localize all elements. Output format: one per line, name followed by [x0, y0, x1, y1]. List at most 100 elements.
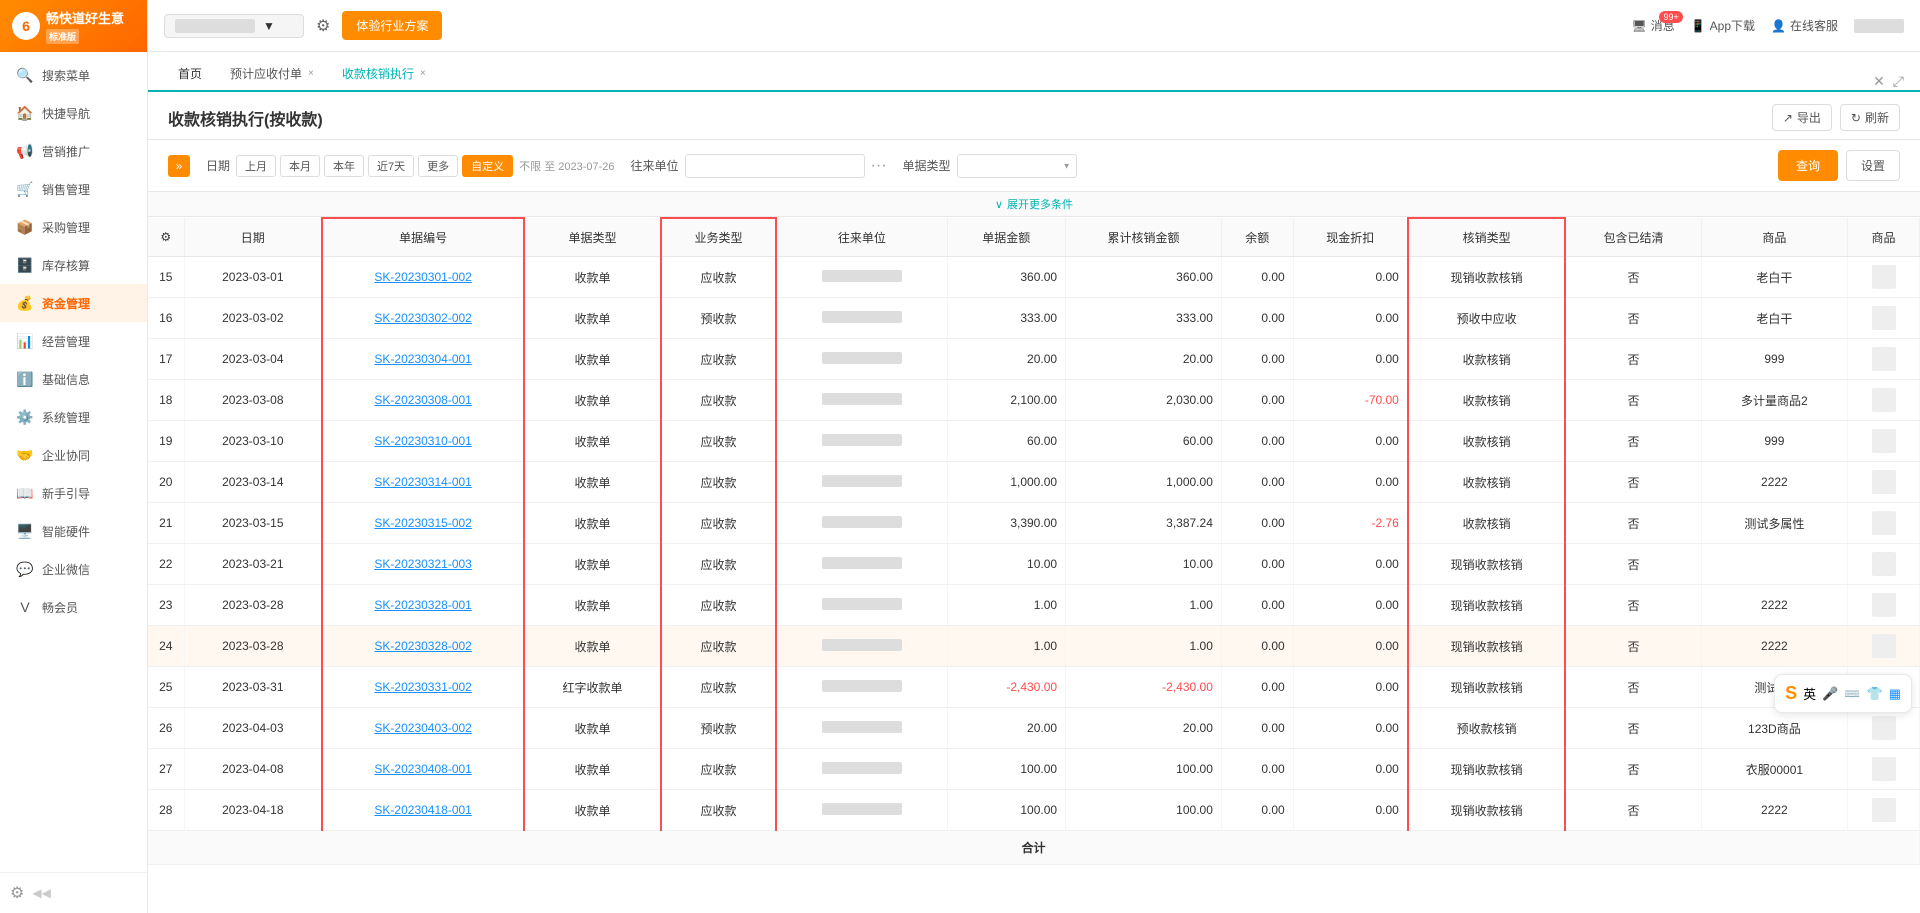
sidebar-item-marketing[interactable]: 📢营销推广	[0, 132, 147, 170]
mic-icon[interactable]: 🎤	[1822, 686, 1838, 702]
cell-no: 21	[148, 503, 184, 544]
close-tab-button[interactable]: ✕	[1873, 73, 1885, 90]
message-button[interactable]: 🖥 消息 99+	[1631, 17, 1674, 34]
cell-cash-discount: 0.00	[1293, 708, 1408, 749]
cell-writeoff-type: 收款核销	[1408, 339, 1566, 380]
table-row: 27 2023-04-08 SK-20230408-001 收款单 应收款 10…	[148, 749, 1920, 790]
company-select[interactable]: ▼	[164, 14, 304, 38]
col-settings[interactable]: ⚙	[148, 218, 184, 257]
this-month-btn[interactable]: 本月	[280, 155, 320, 177]
cell-writeoff-type: 现销收款核销	[1408, 749, 1566, 790]
grid-icon[interactable]: ▦	[1889, 686, 1901, 702]
cell-product-thumb	[1848, 626, 1920, 667]
cell-bill-no[interactable]: SK-20230403-002	[322, 708, 524, 749]
last-7days-btn[interactable]: 近7天	[368, 155, 414, 177]
counterpart-more-icon[interactable]: ···	[871, 157, 887, 175]
solution-button[interactable]: 体验行业方案	[342, 11, 442, 40]
filter-expand-button[interactable]: »	[168, 155, 190, 177]
cell-product-thumb	[1848, 421, 1920, 462]
cell-bill-no[interactable]: SK-20230418-001	[322, 790, 524, 831]
table-row: 23 2023-03-28 SK-20230328-001 收款单 应收款 1.…	[148, 585, 1920, 626]
expand-more-button[interactable]: ∨ 展开更多条件	[995, 196, 1073, 212]
cell-total-writeoff: 100.00	[1066, 749, 1222, 790]
cell-date: 2023-04-03	[184, 708, 322, 749]
sidebar-item-member[interactable]: V畅会员	[0, 588, 147, 626]
online-service-button[interactable]: 👤 在线客服	[1771, 17, 1838, 34]
cell-product-thumb	[1848, 298, 1920, 339]
cell-bill-no[interactable]: SK-20230328-002	[322, 626, 524, 667]
cell-writeoff-type: 现销收款核销	[1408, 790, 1566, 831]
counterpart-input[interactable]	[685, 154, 865, 178]
cell-biz-type: 应收款	[661, 257, 777, 298]
cell-bill-no[interactable]: SK-20230321-003	[322, 544, 524, 585]
cell-date: 2023-03-28	[184, 626, 322, 667]
col-date: 日期	[184, 218, 322, 257]
cell-bill-no[interactable]: SK-20230310-001	[322, 421, 524, 462]
cell-bill-no[interactable]: SK-20230308-001	[322, 380, 524, 421]
cell-amount: 1.00	[947, 626, 1066, 667]
this-year-btn[interactable]: 本年	[324, 155, 364, 177]
sidebar-item-hardware[interactable]: 🖥️智能硬件	[0, 512, 147, 550]
sidebar-item-system[interactable]: ⚙️系统管理	[0, 398, 147, 436]
sales-icon: 🛒	[16, 180, 34, 198]
tab-home[interactable]: 首页	[164, 57, 216, 92]
cell-bill-no[interactable]: SK-20230301-002	[322, 257, 524, 298]
cell-no: 20	[148, 462, 184, 503]
cell-cash-discount: 0.00	[1293, 626, 1408, 667]
cell-product-thumb	[1848, 544, 1920, 585]
cell-date: 2023-03-10	[184, 421, 322, 462]
prepay-tab-close[interactable]: ×	[308, 68, 314, 79]
page-actions: ↗ 导出 ↻ 刷新	[1772, 104, 1900, 131]
bill-type-select[interactable]	[957, 154, 1077, 178]
custom-date-btn[interactable]: 自定义	[462, 155, 513, 177]
sidebar-item-basic[interactable]: ℹ️基础信息	[0, 360, 147, 398]
date-filter-group: 日期 上月 本月 本年 近7天 更多 自定义 不限 至 2023-07-26	[206, 155, 615, 177]
sidebar-item-operation[interactable]: 📊经营管理	[0, 322, 147, 360]
tab-writeoff[interactable]: 收款核销执行 ×	[328, 57, 440, 92]
sidebar-gear-icon[interactable]: ⚙	[10, 883, 24, 903]
cell-bill-no[interactable]: SK-20230331-002	[322, 667, 524, 708]
sidebar-collapse-icon[interactable]: ◀◀	[32, 886, 50, 900]
shirt-icon[interactable]: 👕	[1867, 686, 1883, 702]
cell-bill-no[interactable]: SK-20230315-002	[322, 503, 524, 544]
export-button[interactable]: ↗ 导出	[1772, 104, 1832, 131]
cell-bill-no[interactable]: SK-20230328-001	[322, 585, 524, 626]
sidebar-item-wechat[interactable]: 💬企业微信	[0, 550, 147, 588]
col-product: 商品	[1701, 218, 1848, 257]
sidebar-item-guide[interactable]: 📖新手引导	[0, 474, 147, 512]
cell-bill-no[interactable]: SK-20230304-001	[322, 339, 524, 380]
sidebar-item-enterprise[interactable]: 🤝企业协同	[0, 436, 147, 474]
cell-bill-no[interactable]: SK-20230314-001	[322, 462, 524, 503]
sidebar-item-search[interactable]: 🔍搜索菜单	[0, 56, 147, 94]
app-download-button[interactable]: 📱 App下载	[1691, 17, 1755, 34]
cell-bill-no[interactable]: SK-20230408-001	[322, 749, 524, 790]
sidebar-item-sales[interactable]: 🛒销售管理	[0, 170, 147, 208]
cell-amount: 1,000.00	[947, 462, 1066, 503]
last-month-btn[interactable]: 上月	[236, 155, 276, 177]
table-row: 26 2023-04-03 SK-20230403-002 收款单 预收款 20…	[148, 708, 1920, 749]
maximize-tab-button[interactable]: ⤢	[1893, 73, 1904, 90]
sidebar-item-finance[interactable]: 💰资金管理	[0, 284, 147, 322]
hardware-icon: 🖥️	[16, 522, 34, 540]
cell-biz-type: 应收款	[661, 462, 777, 503]
settings-button[interactable]: 设置	[1846, 150, 1900, 181]
more-date-btn[interactable]: 更多	[418, 155, 458, 177]
writeoff-tab-close[interactable]: ×	[420, 68, 426, 79]
topbar-gear-icon[interactable]: ⚙	[316, 16, 330, 36]
query-button[interactable]: 查询	[1778, 150, 1838, 181]
sidebar-item-purchase[interactable]: 📦采购管理	[0, 208, 147, 246]
bill-type-label: 单据类型	[903, 157, 951, 174]
user-menu[interactable]	[1854, 18, 1904, 33]
sidebar-item-shortcut[interactable]: 🏠快捷导航	[0, 94, 147, 132]
cell-amount: 2,100.00	[947, 380, 1066, 421]
sidebar-nav: 🔍搜索菜单🏠快捷导航📢营销推广🛒销售管理📦采购管理🗄️库存核算💰资金管理📊经营管…	[0, 52, 147, 872]
cell-counterpart	[776, 339, 947, 380]
cell-bill-no[interactable]: SK-20230302-002	[322, 298, 524, 339]
keyboard-icon[interactable]: ⌨️	[1844, 686, 1860, 702]
cell-no: 16	[148, 298, 184, 339]
sidebar-item-inventory[interactable]: 🗄️库存核算	[0, 246, 147, 284]
cell-amount: 20.00	[947, 339, 1066, 380]
logo-tag: 标准版	[46, 29, 79, 44]
tab-prepay[interactable]: 预计应收付单 ×	[216, 57, 328, 92]
refresh-button[interactable]: ↻ 刷新	[1840, 104, 1900, 131]
